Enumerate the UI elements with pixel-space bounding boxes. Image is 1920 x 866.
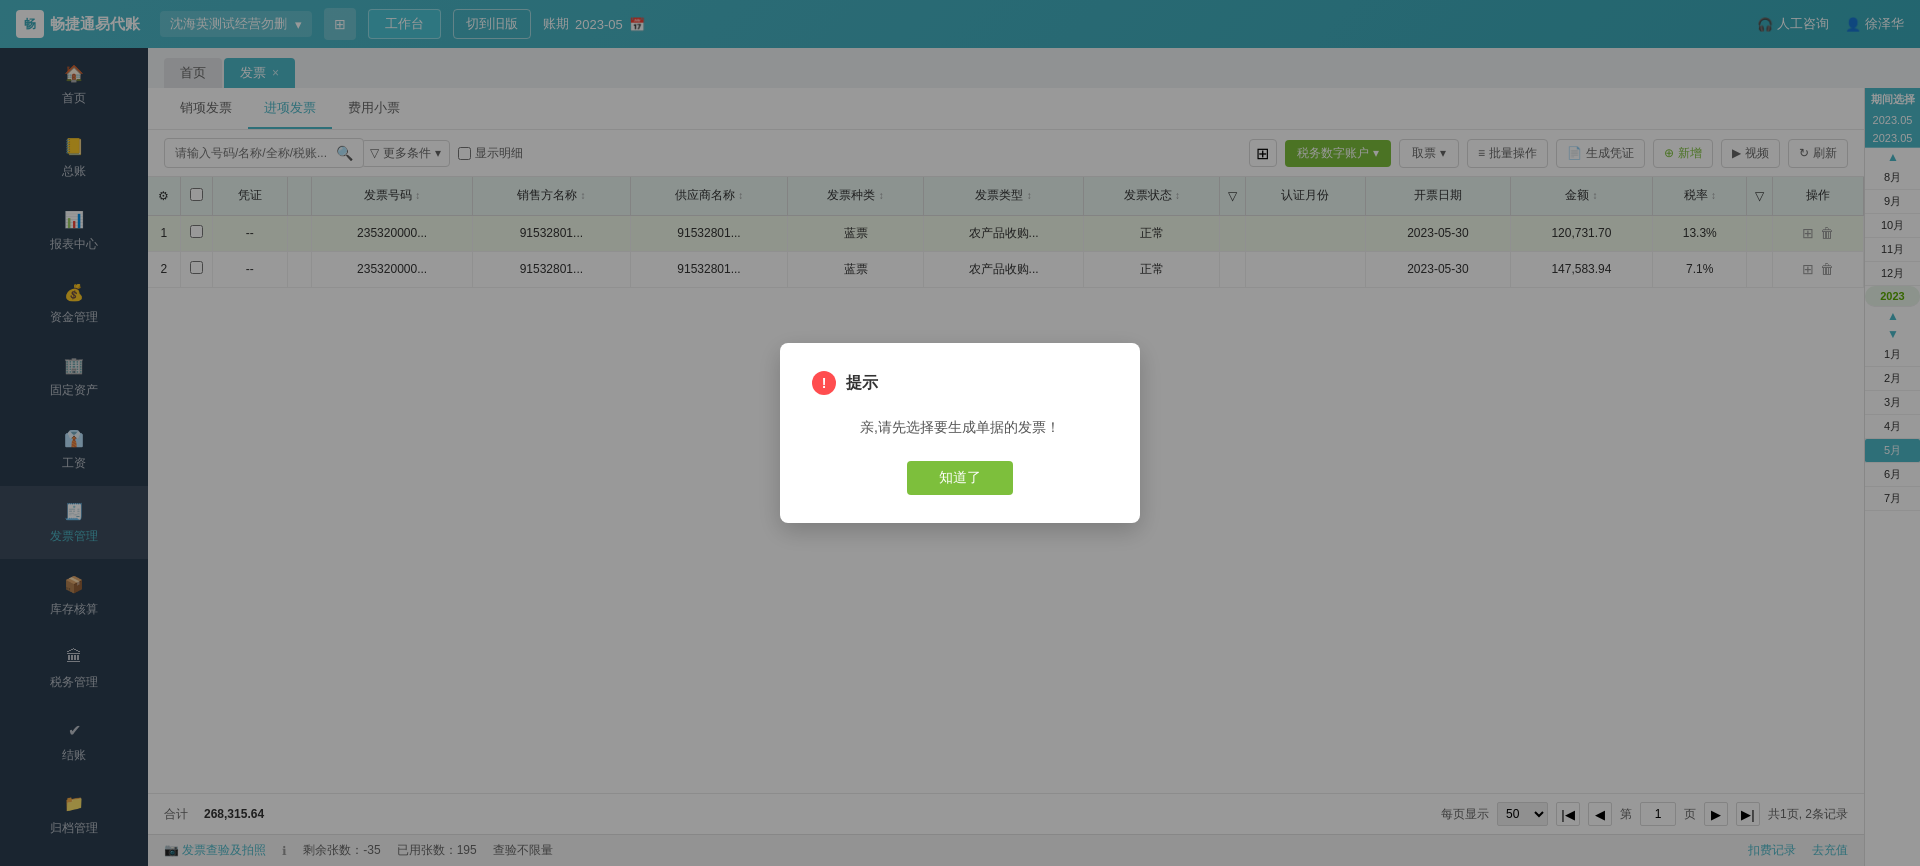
modal-warning-icon: ! (812, 371, 836, 395)
modal-message: 亲,请先选择要生成单据的发票！ (812, 415, 1108, 441)
modal-overlay[interactable]: ! 提示 亲,请先选择要生成单据的发票！ 知道了 (0, 0, 1920, 866)
modal-footer: 知道了 (812, 461, 1108, 495)
modal-title-row: ! 提示 (812, 371, 1108, 395)
modal-dialog: ! 提示 亲,请先选择要生成单据的发票！ 知道了 (780, 343, 1140, 523)
modal-title: 提示 (846, 373, 878, 394)
modal-ok-button[interactable]: 知道了 (907, 461, 1013, 495)
